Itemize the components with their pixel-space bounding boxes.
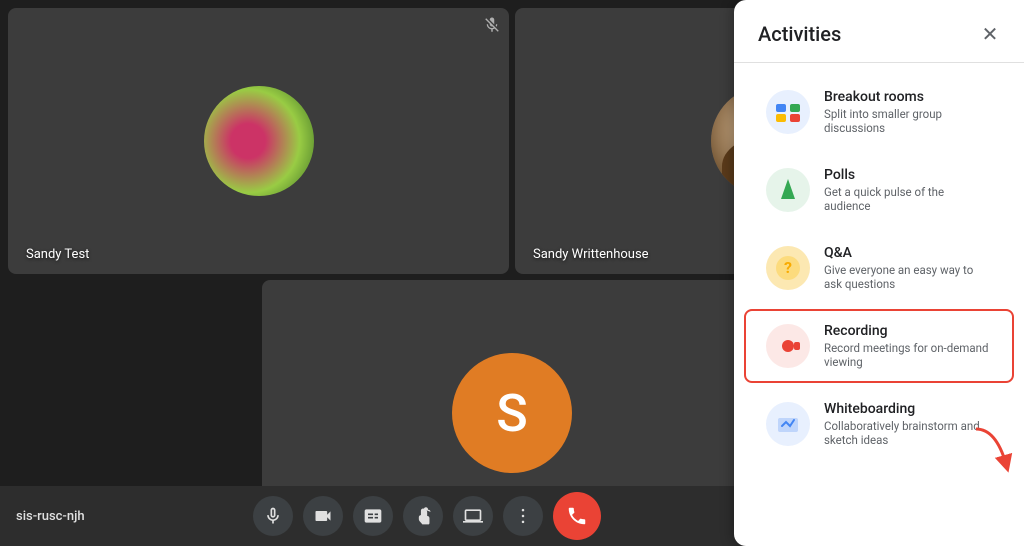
- activity-item-qa[interactable]: ? Q&A Give everyone an easy way to ask q…: [744, 231, 1014, 305]
- close-panel-button[interactable]: ✕: [974, 18, 1006, 50]
- meeting-id: sis-rusc-njh: [16, 509, 85, 524]
- you-avatar: S: [452, 353, 572, 473]
- polls-name: Polls: [824, 167, 992, 183]
- end-call-button[interactable]: [553, 492, 601, 540]
- sandy-test-label: Sandy Test: [16, 241, 99, 268]
- breakout-icon: [766, 90, 810, 134]
- captions-button[interactable]: [353, 496, 393, 536]
- recording-text: Recording Record meetings for on-demand …: [824, 323, 992, 369]
- recording-name: Recording: [824, 323, 992, 339]
- polls-text: Polls Get a quick pulse of the audience: [824, 167, 992, 213]
- recording-icon: [766, 324, 810, 368]
- polls-icon: [766, 168, 810, 212]
- activity-item-breakout[interactable]: Breakout rooms Split into smaller group …: [744, 75, 1014, 149]
- breakout-name: Breakout rooms: [824, 89, 992, 105]
- qa-name: Q&A: [824, 245, 992, 261]
- controls-center: [253, 492, 601, 540]
- more-options-button[interactable]: [503, 496, 543, 536]
- raise-hand-button[interactable]: [403, 496, 443, 536]
- camera-button[interactable]: [303, 496, 343, 536]
- video-tile-sandy-test: Sandy Test: [8, 8, 509, 274]
- recording-desc: Record meetings for on-demand viewing: [824, 341, 992, 369]
- breakout-text: Breakout rooms Split into smaller group …: [824, 89, 992, 135]
- polls-desc: Get a quick pulse of the audience: [824, 185, 992, 213]
- sandy-writtenhouse-label: Sandy Writtenhouse: [523, 241, 659, 268]
- qa-icon: ?: [766, 246, 810, 290]
- svg-text:?: ?: [784, 258, 792, 277]
- microphone-button[interactable]: [253, 496, 293, 536]
- qa-desc: Give everyone an easy way to ask questio…: [824, 263, 992, 291]
- activity-item-recording[interactable]: Recording Record meetings for on-demand …: [744, 309, 1014, 383]
- present-button[interactable]: [453, 496, 493, 536]
- panel-header: Activities ✕: [734, 0, 1024, 63]
- breakout-desc: Split into smaller group discussions: [824, 107, 992, 135]
- qa-text: Q&A Give everyone an easy way to ask que…: [824, 245, 992, 291]
- activity-item-polls[interactable]: Polls Get a quick pulse of the audience: [744, 153, 1014, 227]
- sandy-test-avatar: [204, 86, 314, 196]
- whiteboard-name: Whiteboarding: [824, 401, 992, 417]
- whiteboard-icon: [766, 402, 810, 446]
- panel-title: Activities: [758, 22, 841, 46]
- sandy-test-mute-icon: [483, 16, 501, 38]
- arrow-indicator: [966, 424, 1016, 478]
